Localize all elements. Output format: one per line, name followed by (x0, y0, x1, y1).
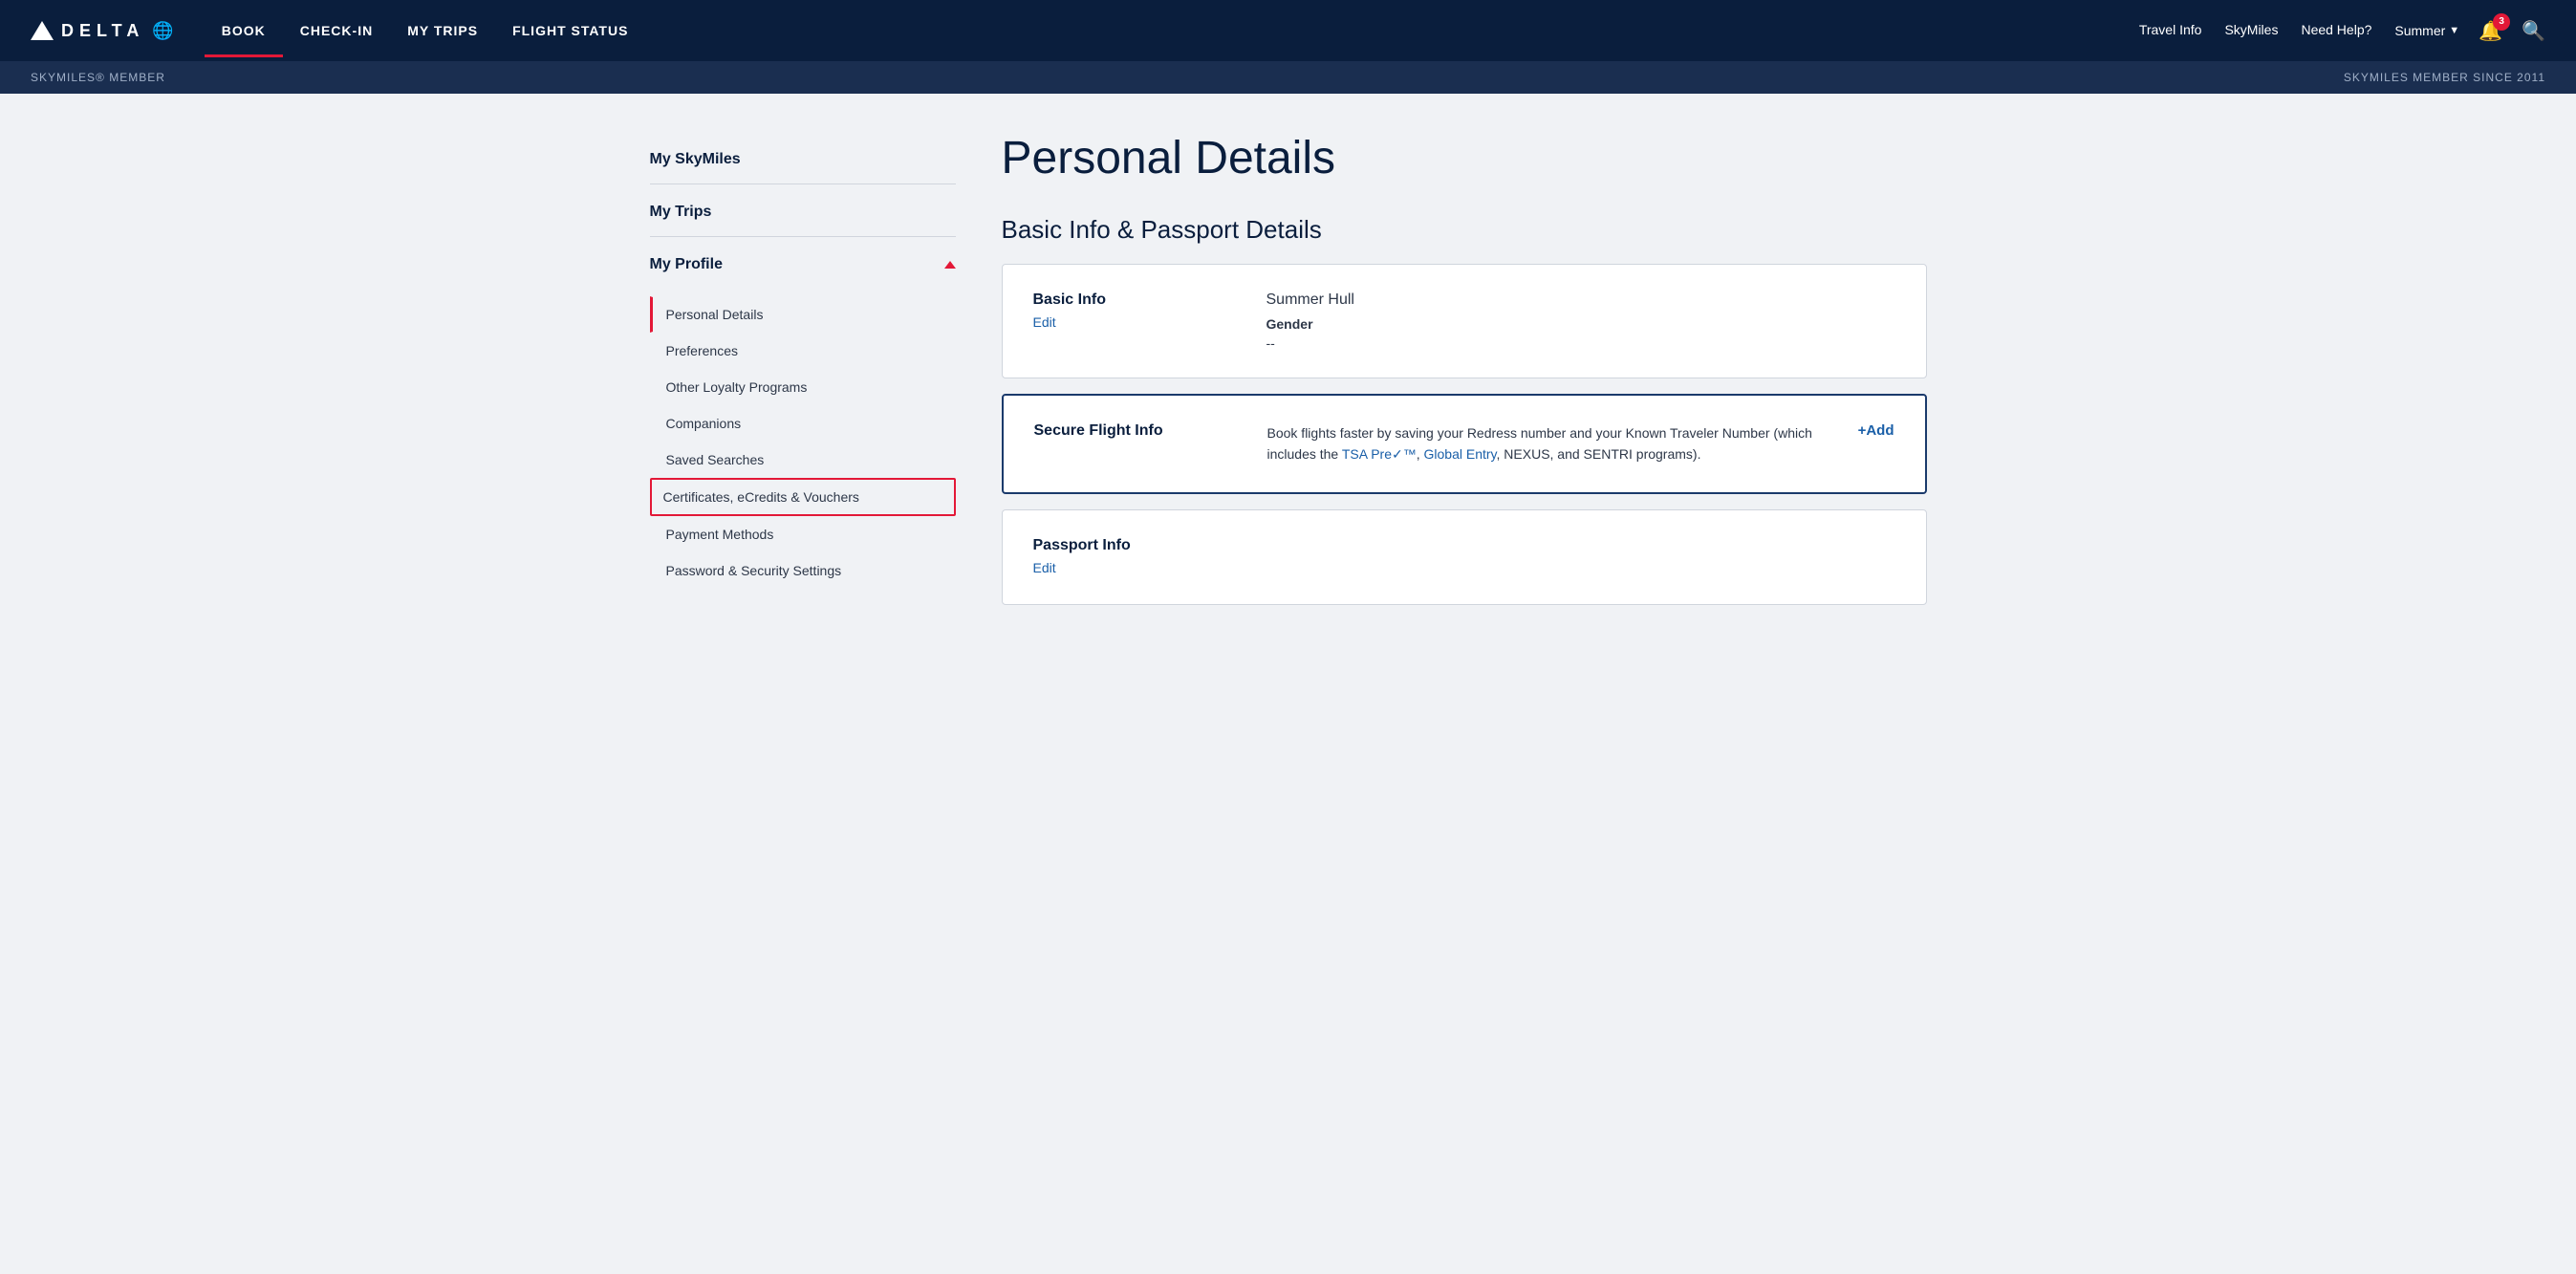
notification-badge: 3 (2493, 13, 2510, 31)
sidebar-section-trips: My Trips (650, 184, 956, 237)
notifications-bell[interactable]: 🔔 3 (2479, 19, 2502, 43)
trips-label: My Trips (650, 204, 712, 221)
secure-flight-description: Book flights faster by saving your Redre… (1267, 422, 1835, 465)
nav-item-mytrips[interactable]: MY TRIPS (390, 4, 495, 57)
main-content: Personal Details Basic Info & Passport D… (1002, 132, 1927, 620)
sidebar-item-certificates[interactable]: Certificates, eCredits & Vouchers (650, 478, 956, 516)
gender-label: Gender (1266, 316, 1895, 332)
nav-item-skymiles[interactable]: SkyMiles (2224, 22, 2278, 39)
globe-icon: 🌐 (152, 21, 173, 41)
basic-info-label: Basic Info (1033, 292, 1244, 309)
sidebar-profile-items: Personal Details Preferences Other Loyal… (650, 289, 956, 596)
secure-flight-card: Secure Flight Info Book flights faster b… (1002, 394, 1927, 494)
sidebar-item-password-security[interactable]: Password & Security Settings (650, 552, 956, 589)
member-bar: SKYMILES® MEMBER SKYMILES MEMBER SINCE 2… (0, 61, 2576, 94)
page-title: Personal Details (1002, 132, 1927, 184)
nav-item-checkin[interactable]: CHECK-IN (283, 4, 390, 57)
user-full-name: Summer Hull (1266, 292, 1895, 309)
basic-info-content: Summer Hull Gender -- (1266, 292, 1895, 351)
user-caret-icon: ▼ (2449, 25, 2459, 36)
delta-logo-text: DELTA (61, 21, 144, 41)
secure-flight-label: Secure Flight Info (1034, 422, 1245, 440)
nav-right-controls: Summer ▼ 🔔 3 🔍 (2394, 19, 2545, 43)
page-container: My SkyMiles My Trips My Profile Personal… (619, 94, 1958, 659)
sidebar-item-loyalty-programs[interactable]: Other Loyalty Programs (650, 369, 956, 405)
main-nav-links: BOOK CHECK-IN MY TRIPS FLIGHT STATUS (205, 4, 646, 57)
nav-item-needhelp[interactable]: Need Help? (2301, 22, 2371, 39)
logo-area[interactable]: DELTA 🌐 (31, 21, 174, 41)
add-secure-flight-link[interactable]: +Add (1858, 422, 1894, 439)
user-name-text: Summer (2394, 23, 2445, 38)
basic-info-card: Basic Info Edit Summer Hull Gender -- (1002, 264, 1927, 378)
global-entry-link[interactable]: Global Entry (1424, 446, 1497, 462)
sidebar-section-skymiles: My SkyMiles (650, 132, 956, 184)
passport-info-label-col: Passport Info Edit (1033, 537, 1244, 577)
profile-label: My Profile (650, 256, 723, 273)
sidebar-item-personal-details[interactable]: Personal Details (650, 296, 956, 333)
secure-flight-label-col: Secure Flight Info (1034, 422, 1245, 445)
sidebar-profile-header[interactable]: My Profile (650, 237, 956, 289)
section-title: Basic Info & Passport Details (1002, 215, 1927, 245)
passport-info-label: Passport Info (1033, 537, 1244, 554)
nav-item-book[interactable]: BOOK (205, 4, 283, 57)
basic-info-label-col: Basic Info Edit (1033, 292, 1244, 332)
sidebar-item-saved-searches[interactable]: Saved Searches (650, 442, 956, 478)
sidebar: My SkyMiles My Trips My Profile Personal… (650, 132, 956, 620)
chevron-up-icon (944, 261, 956, 269)
delta-triangle-icon (31, 21, 54, 40)
nav-item-travelinfo[interactable]: Travel Info (2139, 22, 2202, 39)
sidebar-item-preferences[interactable]: Preferences (650, 333, 956, 369)
member-since-text: SKYMILES MEMBER SINCE 2011 (2344, 71, 2545, 84)
basic-info-edit-link[interactable]: Edit (1033, 314, 1056, 330)
gender-value: -- (1266, 335, 1895, 351)
sidebar-item-payment-methods[interactable]: Payment Methods (650, 516, 956, 552)
member-status-text: SKYMILES® MEMBER (31, 71, 165, 84)
skymiles-label: My SkyMiles (650, 151, 741, 168)
sidebar-skymiles-link[interactable]: My SkyMiles (650, 132, 956, 184)
search-icon[interactable]: 🔍 (2522, 19, 2545, 43)
secondary-nav-links: Travel Info SkyMiles Need Help? (2139, 22, 2372, 39)
sidebar-trips-link[interactable]: My Trips (650, 184, 956, 236)
tsa-pre-link[interactable]: TSA Pre✓™ (1342, 446, 1417, 462)
nav-item-flightstatus[interactable]: FLIGHT STATUS (495, 4, 645, 57)
top-navigation: DELTA 🌐 BOOK CHECK-IN MY TRIPS FLIGHT ST… (0, 0, 2576, 61)
passport-info-card: Passport Info Edit (1002, 509, 1927, 605)
sidebar-section-profile: My Profile Personal Details Preferences … (650, 237, 956, 596)
passport-edit-link[interactable]: Edit (1033, 560, 1056, 575)
sidebar-item-companions[interactable]: Companions (650, 405, 956, 442)
user-menu[interactable]: Summer ▼ (2394, 23, 2459, 38)
secure-flight-action: +Add (1858, 422, 1894, 440)
secure-flight-content: Book flights faster by saving your Redre… (1267, 422, 1835, 465)
